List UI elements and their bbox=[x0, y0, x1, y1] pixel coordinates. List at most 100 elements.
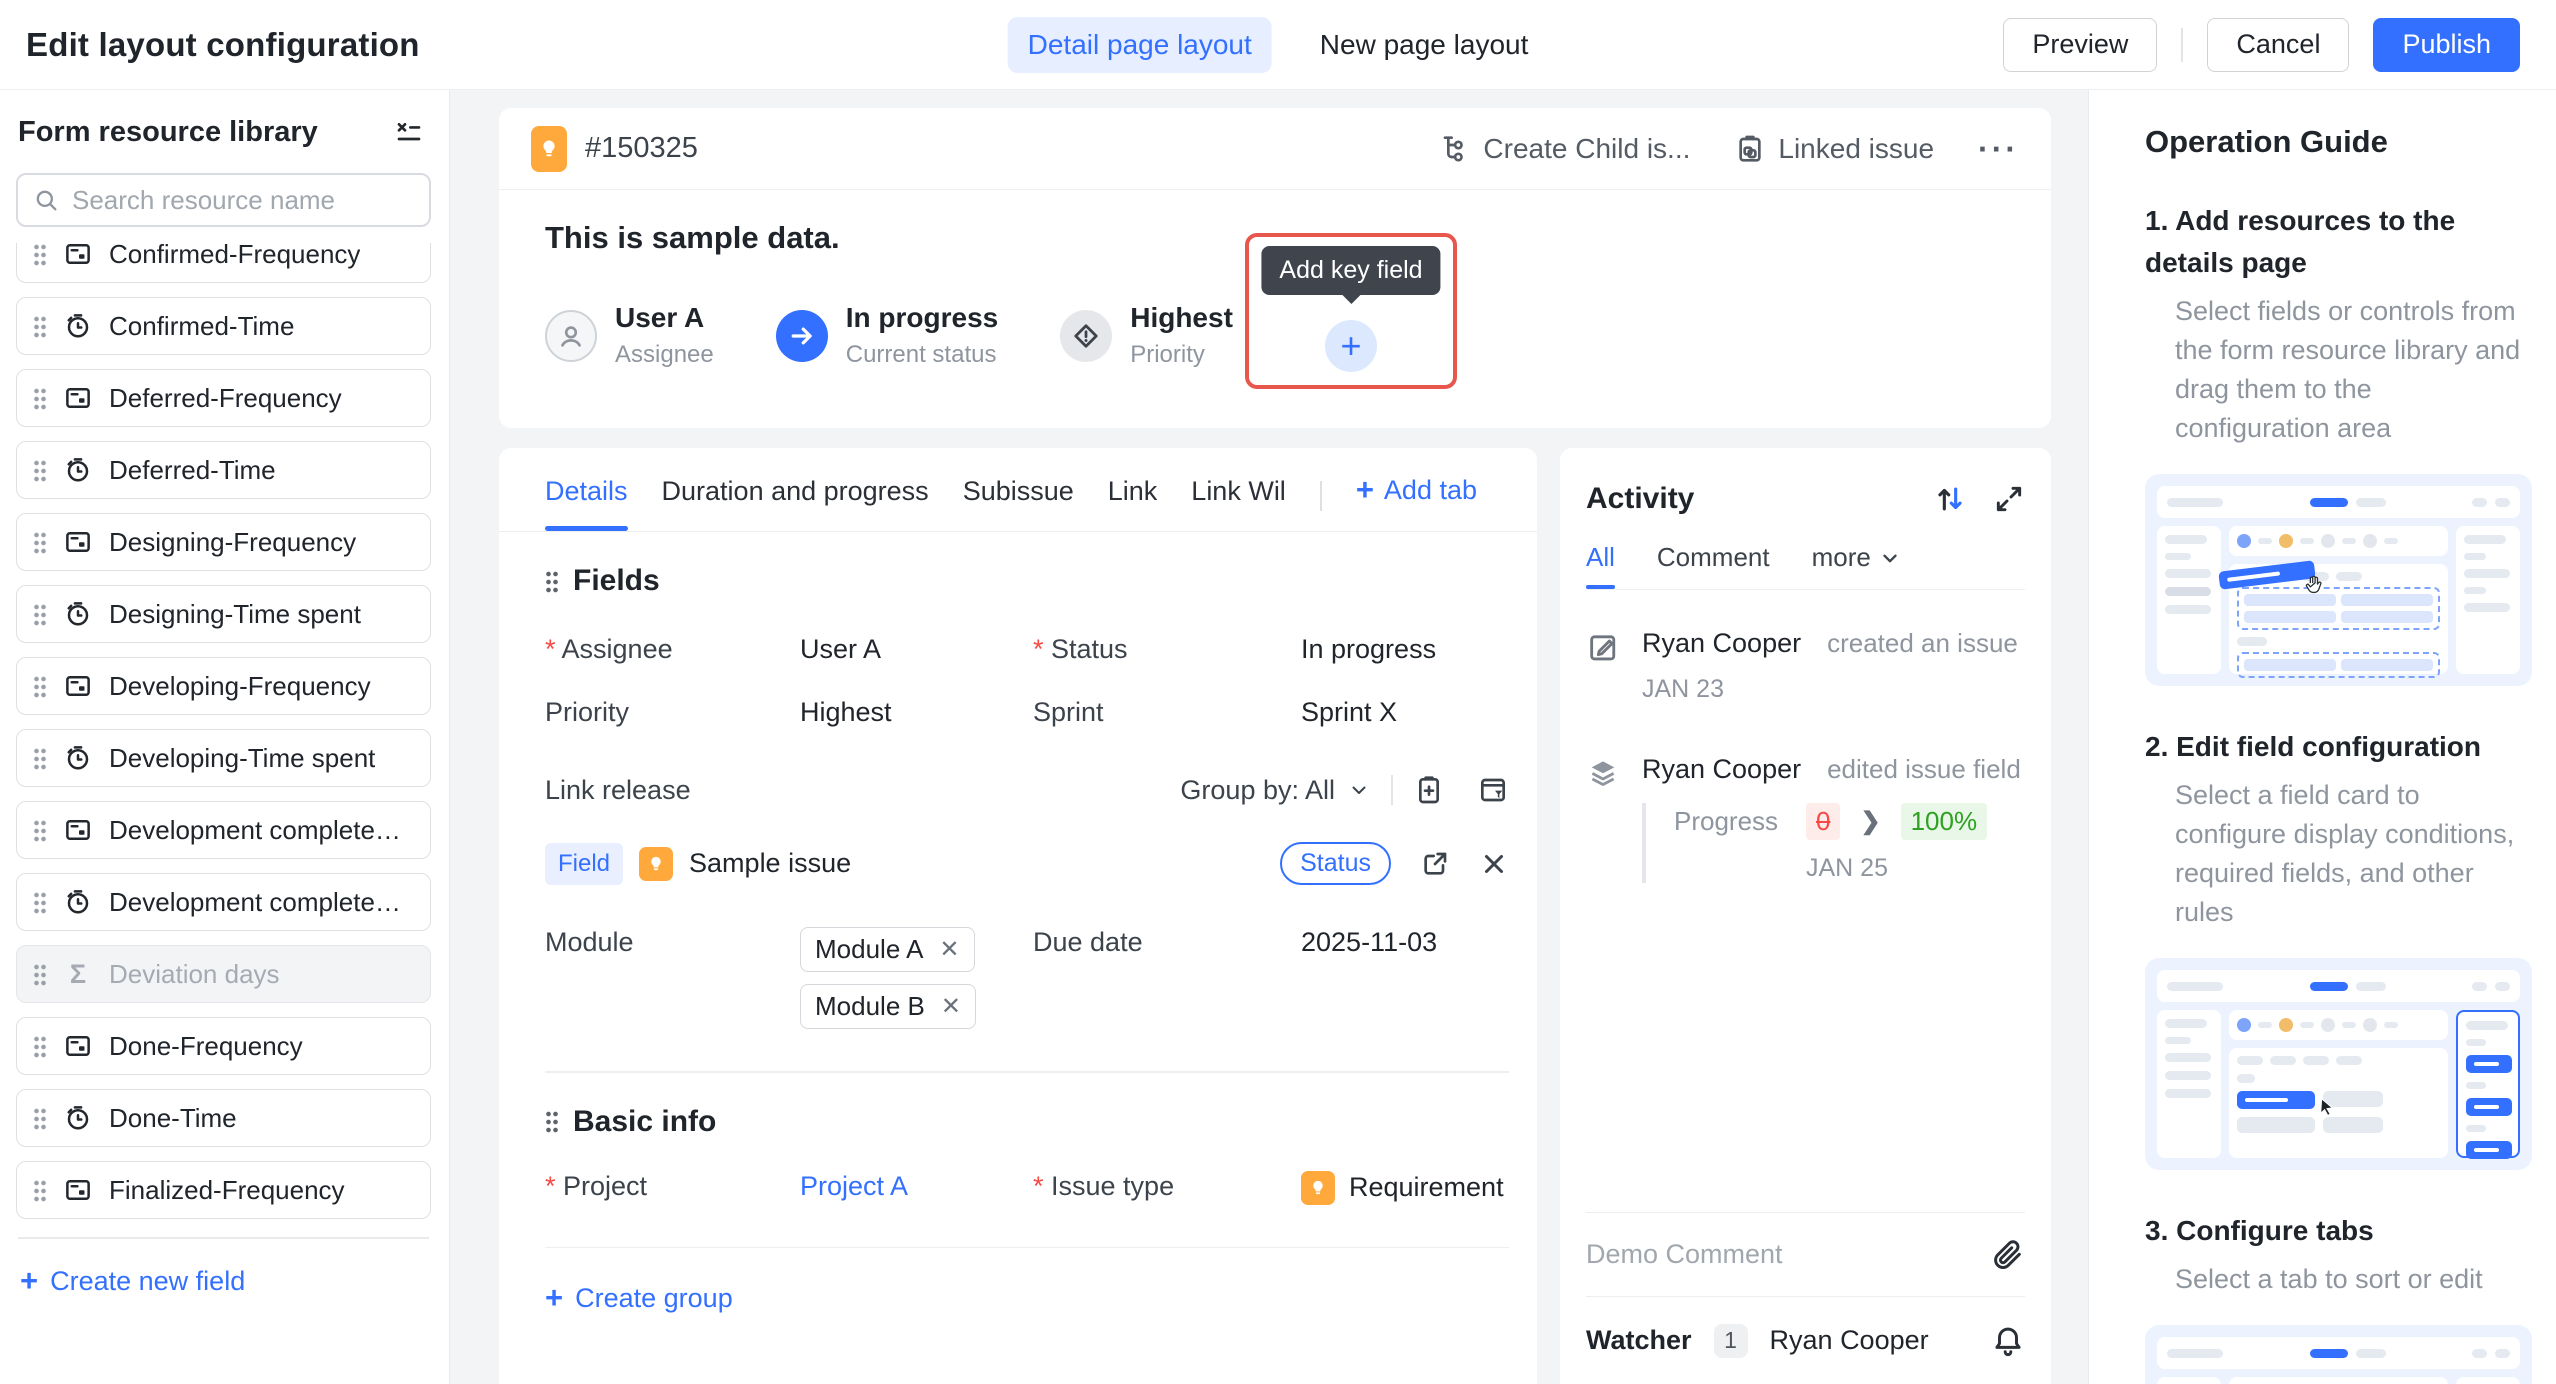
remove-chip-icon[interactable]: ✕ bbox=[939, 935, 959, 964]
resource-item[interactable]: Finalized-Frequency bbox=[16, 1161, 431, 1219]
board-view-icon[interactable] bbox=[1477, 774, 1509, 806]
assignee-avatar-icon bbox=[545, 309, 597, 362]
resource-item[interactable]: Done-Frequency bbox=[16, 1017, 431, 1075]
sample-issue-title[interactable]: Sample issue bbox=[689, 848, 851, 879]
resource-item[interactable]: Developing-Frequency bbox=[16, 657, 431, 715]
resource-item[interactable]: Development completed-... bbox=[16, 873, 431, 931]
publish-button[interactable]: Publish bbox=[2373, 17, 2520, 72]
tab-all[interactable]: All bbox=[1586, 542, 1615, 589]
drag-handle-icon[interactable] bbox=[33, 386, 47, 410]
resource-item[interactable]: Confirmed-Frequency bbox=[16, 243, 431, 283]
open-in-new-icon[interactable] bbox=[1419, 848, 1451, 880]
plus-icon bbox=[1356, 474, 1374, 507]
close-icon[interactable] bbox=[1479, 849, 1509, 879]
activity-event: Ryan Cooper edited issue field Progress … bbox=[1586, 754, 2025, 883]
key-field-priority: Highest Priority bbox=[1060, 302, 1233, 369]
tab-link[interactable]: Link bbox=[1108, 476, 1158, 531]
basic-info-grid: Project Project A Issue type Requirement bbox=[545, 1170, 1509, 1205]
requirement-icon bbox=[531, 125, 567, 172]
field-value-status[interactable]: In progress bbox=[1301, 634, 1509, 665]
drag-handle-icon[interactable] bbox=[33, 818, 47, 842]
attachment-icon[interactable] bbox=[1991, 1238, 2025, 1272]
tab-duration-and-progress[interactable]: Duration and progress bbox=[662, 476, 929, 531]
event-user[interactable]: Ryan Cooper bbox=[1642, 754, 1801, 785]
event-user[interactable]: Ryan Cooper bbox=[1642, 628, 1801, 659]
resource-item[interactable]: Designing-Frequency bbox=[16, 513, 431, 571]
drag-handle-icon[interactable] bbox=[33, 890, 47, 914]
resource-item[interactable]: Deferred-Time bbox=[16, 441, 431, 499]
drag-handle-icon[interactable] bbox=[33, 458, 47, 482]
watcher-label: Watcher bbox=[1586, 1325, 1692, 1355]
activity-panel: Activity All Comment more Ryan Cooper cr… bbox=[1560, 448, 2051, 1384]
drag-handle-icon[interactable] bbox=[33, 314, 47, 338]
drag-handle-icon[interactable] bbox=[33, 243, 47, 266]
notification-bell-icon[interactable] bbox=[1991, 1324, 2025, 1358]
expand-icon[interactable] bbox=[1993, 483, 2025, 515]
search-input[interactable] bbox=[72, 184, 415, 216]
field-value-priority[interactable]: Highest bbox=[800, 697, 1033, 728]
guide-step-3: 3. Configure tabs Select a tab to sort o… bbox=[2145, 1210, 2532, 1384]
resource-search bbox=[16, 173, 431, 227]
activity-event: Ryan Cooper created an issue JAN 23 bbox=[1586, 628, 2025, 704]
sort-order-icon[interactable] bbox=[1933, 482, 1967, 516]
drag-handle-icon[interactable] bbox=[33, 602, 47, 626]
create-new-field-button[interactable]: Create new field bbox=[20, 1265, 431, 1298]
edit-icon bbox=[1586, 630, 1620, 664]
clipboard-add-icon[interactable] bbox=[1413, 774, 1445, 806]
module-label: Module bbox=[545, 927, 634, 957]
resource-item[interactable]: Confirmed-Time bbox=[16, 297, 431, 355]
drag-handle-icon[interactable] bbox=[33, 530, 47, 554]
cancel-button[interactable]: Cancel bbox=[2207, 17, 2350, 72]
due-date-value[interactable]: 2025-11-03 bbox=[1301, 927, 1509, 958]
drag-handle-icon[interactable] bbox=[545, 569, 559, 593]
collapse-panel-icon[interactable] bbox=[393, 117, 425, 149]
drag-handle-icon[interactable] bbox=[33, 1178, 47, 1202]
project-value-link[interactable]: Project A bbox=[800, 1171, 1033, 1202]
resource-item[interactable]: Development completed-... bbox=[16, 801, 431, 859]
tab-comment[interactable]: Comment bbox=[1657, 542, 1770, 589]
resource-item[interactable]: Developing-Time spent bbox=[16, 729, 431, 787]
more-dropdown[interactable]: more bbox=[1812, 542, 1901, 589]
top-bar: Edit layout configuration Detail page la… bbox=[0, 0, 2556, 90]
changed-field-name: Progress bbox=[1674, 806, 1779, 836]
layout-tab-switch: Detail page layout New page layout bbox=[1007, 16, 1549, 73]
frequency-field-icon bbox=[63, 383, 93, 413]
more-actions-icon[interactable]: ··· bbox=[1978, 133, 2019, 165]
field-label-assignee: Assignee bbox=[545, 634, 800, 665]
link-release-label: Link release bbox=[545, 774, 691, 805]
add-key-field-button[interactable]: + bbox=[1325, 320, 1377, 372]
comment-input-row bbox=[1586, 1212, 2025, 1296]
create-child-issue-button[interactable]: Create Child is... bbox=[1439, 133, 1690, 165]
resource-item[interactable]: Designing-Time spent bbox=[16, 585, 431, 643]
tab-subissue[interactable]: Subissue bbox=[963, 476, 1074, 531]
watcher-name[interactable]: Ryan Cooper bbox=[1770, 1325, 1929, 1356]
tab-details[interactable]: Details bbox=[545, 476, 628, 531]
group-by-dropdown[interactable]: Group by: All bbox=[1180, 775, 1371, 806]
drag-handle-icon[interactable] bbox=[33, 1106, 47, 1130]
linked-issue-button[interactable]: Linked issue bbox=[1734, 133, 1934, 165]
add-key-field-tooltip: Add key field bbox=[1261, 246, 1441, 295]
resource-item-disabled: Σ Deviation days bbox=[16, 945, 431, 1003]
time-field-icon bbox=[63, 599, 93, 629]
resource-item[interactable]: Deferred-Frequency bbox=[16, 369, 431, 427]
drag-handle-icon[interactable] bbox=[33, 746, 47, 770]
drag-handle-icon[interactable] bbox=[545, 1110, 559, 1133]
status-badge[interactable]: Status bbox=[1280, 842, 1391, 885]
drag-handle-icon[interactable] bbox=[33, 1034, 47, 1058]
comment-input[interactable] bbox=[1586, 1239, 1971, 1270]
tab-new-page-layout[interactable]: New page layout bbox=[1300, 17, 1549, 73]
resource-item[interactable]: Done-Time bbox=[16, 1089, 431, 1147]
field-value-sprint[interactable]: Sprint X bbox=[1301, 697, 1509, 728]
create-group-button[interactable]: Create group bbox=[545, 1282, 1509, 1315]
field-label-status: Status bbox=[1033, 634, 1301, 665]
preview-button[interactable]: Preview bbox=[2003, 17, 2158, 72]
tab-detail-page-layout[interactable]: Detail page layout bbox=[1007, 16, 1272, 73]
drag-handle-icon[interactable] bbox=[33, 674, 47, 698]
event-date: JAN 23 bbox=[1642, 675, 1724, 703]
add-tab-button[interactable]: Add tab bbox=[1356, 474, 1477, 531]
field-value-assignee[interactable]: User A bbox=[800, 634, 1033, 665]
fields-grid: Assignee User A Status In progress Prior… bbox=[545, 634, 1509, 728]
cursor-arrow-icon bbox=[2320, 1097, 2334, 1117]
remove-chip-icon[interactable]: ✕ bbox=[941, 992, 961, 1021]
tab-link-wil[interactable]: Link Wil bbox=[1191, 476, 1286, 531]
